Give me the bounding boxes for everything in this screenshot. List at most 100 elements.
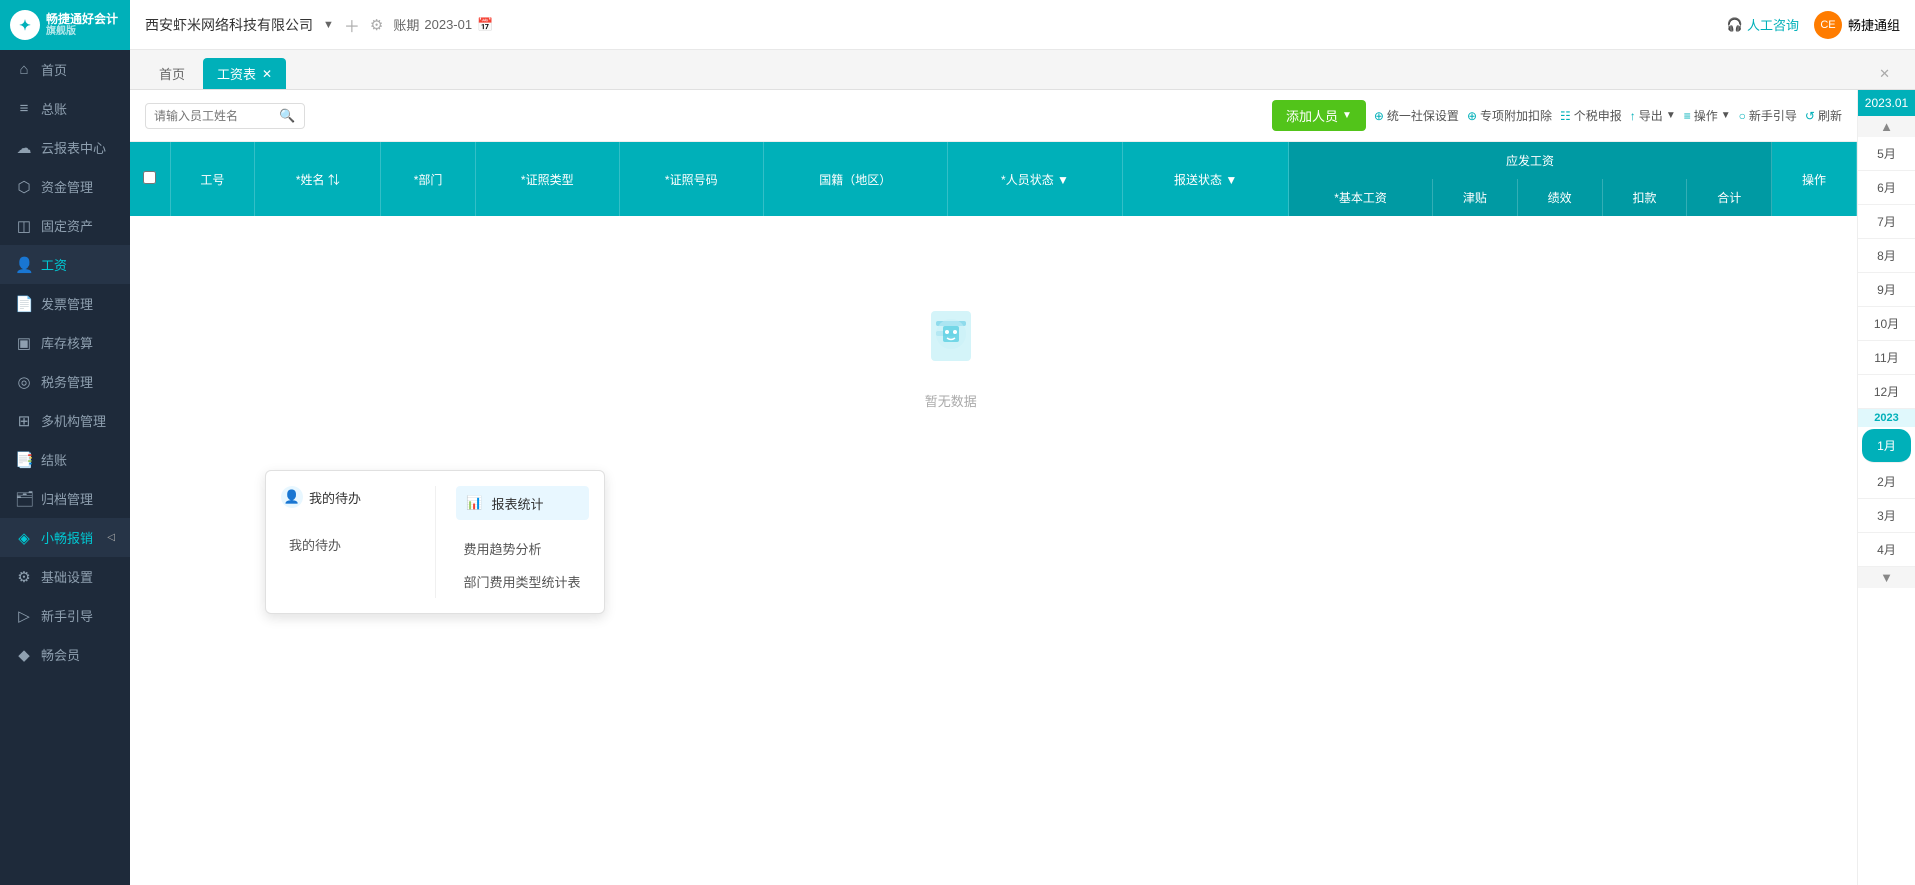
popup-my-todo[interactable]: 我的待办 [281,528,415,561]
sidebar-item-label: 税务管理 [41,372,93,391]
company-dropdown-icon[interactable]: ▼ [323,19,334,31]
guide-action[interactable]: ○ 新手引导 [1739,107,1797,124]
topbar: 西安虾米网络科技有限公司 ▼ ＋ ⚙ 账期 2023-01 📅 🎧 人工咨询 C… [130,0,1915,50]
sidebar-item-label: 新手引导 [41,606,93,625]
col-deduct: 扣款 [1602,179,1687,216]
col-bonus: 绩效 [1517,179,1602,216]
sidebar-item-close[interactable]: 📑 结账 [0,440,130,479]
popup-cost-trend[interactable]: 费用趋势分析 [456,532,590,565]
member-icon: ◆ [15,646,33,664]
sidebar-item-label: 发票管理 [41,294,93,313]
month-item-7[interactable]: 7月 [1858,205,1915,239]
tabbar: 首页 工资表 ✕ ✕ [130,50,1915,90]
month-item-11[interactable]: 11月 [1858,341,1915,375]
tab-home[interactable]: 首页 [145,58,199,89]
popup-report-title: 📊 报表统计 [456,486,590,520]
tax-action-icon: ☷ [1560,109,1571,123]
company-name[interactable]: 西安虾米网络科技有限公司 [145,15,313,35]
month-item-12[interactable]: 12月 [1858,375,1915,409]
month-item-2[interactable]: 2月 [1858,465,1915,499]
month-item-3[interactable]: 3月 [1858,499,1915,533]
tab-salary[interactable]: 工资表 ✕ [203,58,286,89]
col-checkbox[interactable] [130,142,170,216]
tab-close-icon[interactable]: ✕ [262,67,272,81]
calendar-icon[interactable]: 📅 [477,17,493,33]
popup-todo-title: 👤 我的待办 [281,486,415,516]
search-input[interactable] [154,109,274,123]
col-send-status[interactable]: 报送状态 ▼ [1123,142,1289,216]
sidebar-item-guide[interactable]: ▷ 新手引导 [0,596,130,635]
sidebar-item-label: 归档管理 [41,489,93,508]
add-person-button[interactable]: 添加人员 ▼ [1272,100,1366,131]
sidebar-item-label: 云报表中心 [41,138,106,157]
logo-text: 畅捷通好会计 旗舰版 [46,12,118,38]
month-item-4[interactable]: 4月 [1858,533,1915,567]
sidebar-item-assets[interactable]: ◫ 固定资产 [0,206,130,245]
popup-dept-cost[interactable]: 部门费用类型统计表 [456,565,590,598]
popup-menu: 👤 我的待办 我的待办 📊 报表统计 费用趋势分析 部门费用类型统计表 [265,470,605,614]
col-status[interactable]: *人员状态 ▼ [947,142,1122,216]
sidebar: ✦ 畅捷通好会计 旗舰版 ⌂ 首页 ≡ 总账 ☁ 云报表中心 ⬡ 资金管理 ◫ … [0,0,130,885]
sidebar-item-label: 首页 [41,60,67,79]
search-box[interactable]: 🔍 [145,103,305,129]
export-action[interactable]: ↑ 导出 ▼ [1630,107,1676,124]
sidebar-item-basic[interactable]: ⚙ 基础设置 [0,557,130,596]
sidebar-item-multi[interactable]: ⊞ 多机构管理 [0,401,130,440]
sidebar-item-ledger[interactable]: ≡ 总账 [0,89,130,128]
operate-icon: ≡ [1684,109,1691,123]
sidebar-item-home[interactable]: ⌂ 首页 [0,50,130,89]
deduct-action[interactable]: ⊕ 专项附加扣除 [1467,107,1552,124]
inventory-icon: ▣ [15,334,33,352]
month-panel-header: 2023.01 [1858,90,1915,116]
sidebar-item-member[interactable]: ◆ 畅会员 [0,635,130,674]
sidebar-item-tax[interactable]: ◎ 税务管理 [0,362,130,401]
sidebar-item-fund[interactable]: ⬡ 资金管理 [0,167,130,206]
main-area: 西安虾米网络科技有限公司 ▼ ＋ ⚙ 账期 2023-01 📅 🎧 人工咨询 C… [130,0,1915,885]
export-arrow: ▼ [1666,110,1676,121]
topbar-right: 🎧 人工咨询 CE 畅捷通组 [1727,11,1900,39]
sidebar-item-cloud[interactable]: ☁ 云报表中心 [0,128,130,167]
social-action[interactable]: ⊕ 统一社保设置 [1374,107,1459,124]
month-item-10[interactable]: 10月 [1858,307,1915,341]
archive-icon: 🗂 [15,490,33,508]
popup-menu-row: 👤 我的待办 我的待办 📊 报表统计 费用趋势分析 部门费用类型统计表 [281,486,589,598]
sidebar-item-inventory[interactable]: ▣ 库存核算 [0,323,130,362]
month-item-8[interactable]: 8月 [1858,239,1915,273]
dropdown-arrow-icon: ▼ [1342,110,1352,121]
popup-col-todo: 👤 我的待办 我的待办 [281,486,415,598]
guide-action-icon: ○ [1739,109,1746,123]
add-company-icon[interactable]: ＋ [344,13,360,37]
month-panel: 2023.01 ▲ 5月 6月 7月 8月 9月 10月 11月 12月 202… [1857,90,1915,885]
sidebar-item-label: 库存核算 [41,333,93,352]
refresh-action[interactable]: ↺ 刷新 [1805,107,1842,124]
col-subsidy: 津贴 [1433,179,1518,216]
fund-icon: ⬡ [15,178,33,196]
tax-action[interactable]: ☷ 个税申报 [1560,107,1622,124]
col-dept: *部门 [381,142,475,216]
search-icon[interactable]: 🔍 [279,108,295,124]
close-book-icon: 📑 [15,451,33,469]
month-prev-nav[interactable]: ▲ [1858,116,1915,137]
settings-icon[interactable]: ⚙ [370,16,383,34]
month-item-5[interactable]: 5月 [1858,137,1915,171]
sidebar-item-salary[interactable]: 👤 工资 [0,245,130,284]
month-item-9[interactable]: 9月 [1858,273,1915,307]
col-name[interactable]: *姓名 ⇅ [255,142,381,216]
user-menu[interactable]: CE 畅捷通组 [1814,11,1900,39]
sidebar-item-archive[interactable]: 🗂 归档管理 [0,479,130,518]
service-button[interactable]: 🎧 人工咨询 [1727,15,1799,34]
empty-text: 暂无数据 [925,391,977,410]
user-avatar: CE [1814,11,1842,39]
sidebar-item-invoice[interactable]: 📄 发票管理 [0,284,130,323]
month-next-nav[interactable]: ▼ [1858,567,1915,588]
col-operate: 操作 [1772,142,1857,216]
export-icon: ↑ [1630,109,1636,123]
month-item-1[interactable]: 1月 [1862,429,1911,463]
sidebar-item-expense[interactable]: ◈ 小畅报销 ◁ [0,518,130,557]
expense-icon: ◈ [15,529,33,547]
operate-action[interactable]: ≡ 操作 ▼ [1684,107,1731,124]
month-item-6[interactable]: 6月 [1858,171,1915,205]
close-panel-icon[interactable]: ✕ [1869,62,1900,86]
sidebar-item-label: 畅会员 [41,645,80,664]
select-all-checkbox[interactable] [143,171,156,184]
